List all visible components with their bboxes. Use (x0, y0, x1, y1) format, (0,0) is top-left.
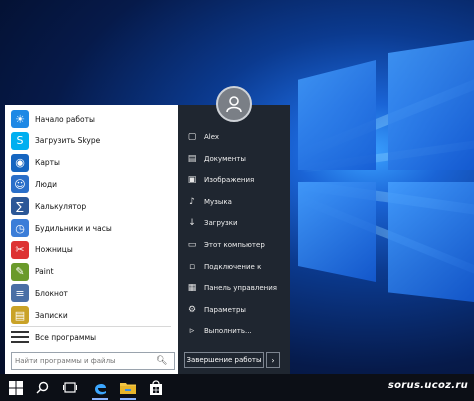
sticky-notes-icon: ▤ (11, 306, 29, 325)
shutdown-button[interactable]: Завершение работы (184, 352, 264, 368)
task-view-icon[interactable] (60, 378, 80, 397)
start-app-item[interactable]: S Загрузить Skype (5, 130, 178, 152)
start-app-item[interactable]: ≡ Блокнот (5, 282, 178, 304)
start-menu-apps-panel: ☀ Начало работы S Загрузить Skype ◉ Карты ☺ Люд… (5, 105, 178, 374)
active-indicator (120, 398, 136, 400)
start-app-label: Будильники и часы (35, 223, 112, 233)
start-place-item[interactable]: ⚙ Параметры (178, 301, 290, 319)
start-menu: ☀ Начало работы S Загрузить Skype ◉ Карты ☺ Люд… (5, 105, 290, 374)
start-app-item[interactable]: ◉ Карты (5, 152, 178, 174)
skype-icon: S (11, 131, 29, 150)
all-programs-button[interactable]: Все программы (5, 328, 178, 346)
start-place-item[interactable]: ▫ Подключение к (178, 258, 290, 276)
start-place-item[interactable]: ▦ Панель управления (178, 279, 290, 297)
edge-icon[interactable] (90, 378, 110, 397)
gear-icon: ⚙ (187, 304, 197, 315)
music-icon: ♪ (189, 196, 195, 207)
connect-icon: ▫ (188, 261, 196, 272)
start-menu-places-panel: ▢ Alex ▤ Документы ▣ Изображения ♪ Музыка ↓ Загру… (178, 105, 290, 374)
start-app-label: Начало работы (35, 114, 95, 124)
start-app-label: Карты (35, 158, 60, 168)
start-app-item[interactable]: ▤ Записки (5, 304, 178, 326)
notepad-icon: ≡ (11, 284, 29, 303)
start-app-label: Калькулятор (35, 201, 87, 211)
start-place-item[interactable]: ▤ Документы (178, 150, 290, 168)
start-place-label: Параметры (204, 305, 246, 314)
start-app-item[interactable]: ☀ Начало работы (5, 108, 178, 130)
start-app-label: Записки (35, 310, 68, 320)
search-icon: 🔍︎ (156, 356, 168, 366)
start-place-label: Выполнить... (204, 327, 252, 336)
start-place-label: Панель управления (204, 284, 277, 293)
start-app-item[interactable]: ✂ Ножницы (5, 239, 178, 261)
start-place-item[interactable]: ▹ Выполнить... (178, 322, 290, 340)
downloads-icon: ↓ (188, 218, 196, 229)
windows-start-icon[interactable] (6, 378, 26, 397)
separator (11, 326, 171, 327)
active-indicator (92, 398, 108, 400)
map-pin-icon: ◉ (11, 153, 29, 172)
start-place-label: Подключение к (204, 262, 262, 271)
start-place-item[interactable]: ▭ Этот компьютер (178, 236, 290, 254)
all-programs-label: Все программы (35, 332, 97, 342)
start-place-label: Загрузки (204, 219, 238, 228)
start-place-label: Этот компьютер (204, 241, 265, 249)
documents-icon: ▤ (187, 153, 197, 164)
watermark: sorus.ucoz.ru (387, 380, 468, 391)
search-icon[interactable] (32, 378, 52, 397)
shutdown-options-button[interactable]: › (266, 352, 280, 368)
start-place-item[interactable]: ▣ Изображения (178, 171, 290, 189)
start-place-item[interactable]: ▢ Alex (178, 128, 290, 146)
calculator-icon: ∑ (11, 197, 29, 216)
pictures-icon: ▣ (187, 175, 197, 186)
run-icon: ▹ (189, 326, 195, 337)
lightbulb-icon: ☀ (11, 110, 29, 128)
windows-logo-wallpaper (298, 40, 474, 340)
start-app-item[interactable]: ✎ Paint (5, 261, 178, 283)
start-app-item[interactable]: ☺ Люди (5, 173, 178, 195)
people-icon: ☺ (11, 175, 29, 194)
user-avatar[interactable] (216, 86, 252, 122)
search-input[interactable] (12, 357, 156, 365)
start-place-label: Изображения (204, 176, 255, 185)
scissors-icon: ✂ (11, 240, 29, 259)
computer-icon: ▭ (187, 240, 197, 250)
user-icon: ▢ (187, 132, 197, 142)
store-icon[interactable] (146, 378, 166, 397)
start-place-label: Документы (204, 154, 246, 163)
user-silhouette-icon (226, 96, 242, 113)
control-panel-icon: ▦ (187, 283, 197, 294)
start-app-item[interactable]: ◷ Будильники и часы (5, 217, 178, 239)
start-app-label: Люди (35, 179, 58, 189)
start-app-label: Ножницы (35, 245, 73, 255)
start-place-item[interactable]: ↓ Загрузки (178, 214, 290, 232)
start-app-item[interactable]: ∑ Калькулятор (5, 195, 178, 217)
start-place-item[interactable]: ♪ Музыка (178, 193, 290, 211)
start-place-label: Музыка (204, 197, 232, 206)
start-place-label: Alex (204, 133, 220, 141)
start-app-label: Загрузить Skype (35, 136, 101, 146)
alarm-clock-icon: ◷ (11, 219, 29, 237)
start-app-label: Блокнот (35, 288, 68, 298)
search-box[interactable]: 🔍︎ (11, 352, 175, 370)
file-explorer-icon[interactable] (118, 378, 138, 397)
all-programs-icon (11, 330, 29, 344)
start-app-label: Paint (35, 267, 54, 277)
paint-palette-icon: ✎ (11, 262, 29, 281)
